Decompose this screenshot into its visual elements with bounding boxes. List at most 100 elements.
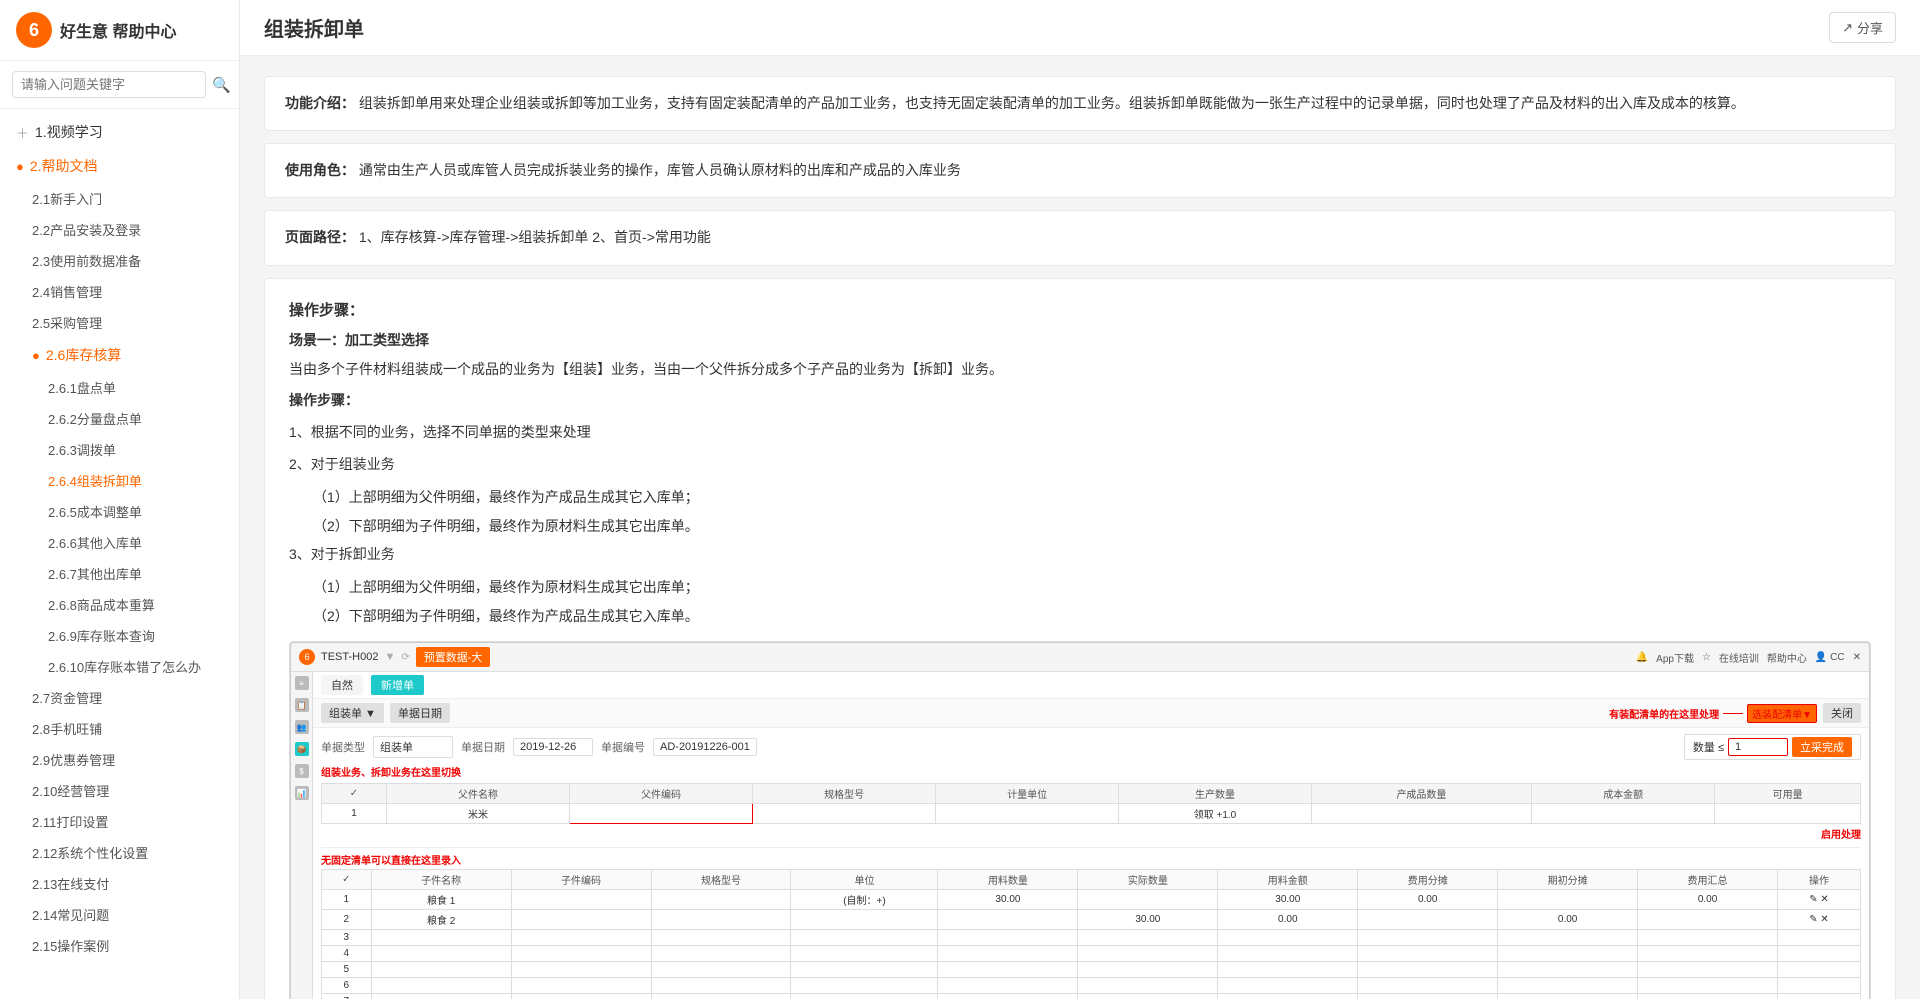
share-label: 分享 — [1857, 18, 1883, 37]
sidebar-item-2-6-2[interactable]: 2.6.2分量盘点单 — [0, 403, 239, 434]
mock-cell-cost — [1532, 804, 1715, 824]
sidebar-item-2-2[interactable]: 2.2产品安装及登录 — [0, 214, 239, 245]
screenshot: 6 TEST-H002 ▼ ⟳ 预置数据-大 🔔 App下载 ☆ 在线培训 帮助… — [289, 641, 1871, 999]
app-title: 好生意 帮助中心 — [60, 18, 176, 42]
mock-col-finish-qty: 产成品数量 — [1311, 784, 1531, 804]
mock-sub-row-4: 4 — [322, 946, 1861, 962]
scene1-title: 场景一：加工类型选择 — [289, 330, 1871, 350]
mock-help: 帮助中心 — [1767, 650, 1807, 665]
sidebar-item-2-8[interactable]: 2.8手机旺铺 — [0, 713, 239, 744]
sidebar-item-docs[interactable]: ● 2.帮助文档 — [0, 149, 239, 183]
mock-sub-col-actual-qty: 实际数量 — [1078, 870, 1218, 890]
sidebar-header: 6 好生意 帮助中心 — [0, 0, 239, 61]
mock-icon-6: 📊 — [295, 786, 309, 800]
mock-col-unit: 计量单位 — [936, 784, 1119, 804]
sidebar-item-2-6-10[interactable]: 2.6.10库存账本错了怎么办 — [0, 651, 239, 682]
mock-cell-avail — [1715, 804, 1861, 824]
sidebar-item-2-6-9[interactable]: 2.6.9库存账本查询 — [0, 620, 239, 651]
mock-bottom-table: ✓ 子件名称 子件编码 规格型号 单位 用料数量 实际数量 用料金额 — [321, 869, 1861, 999]
mock-docno-val: AD-20191226-001 — [653, 738, 757, 756]
mock-app: 6 TEST-H002 ▼ ⟳ 预置数据-大 🔔 App下载 ☆ 在线培训 帮助… — [290, 642, 1870, 999]
scene1-step2-1: （1）上部明细为父件明细，最终作为产成品生成其它入库单； — [313, 485, 1871, 510]
content-area: 功能介绍： 组装拆卸单用来处理企业组装或拆卸等加工业务，支持有固定装配清单的产品… — [240, 56, 1920, 999]
mock-annotation3-text: 启用处理 — [1821, 826, 1861, 841]
scene1-desc: 当由多个子件材料组装成一个成品的业务为【组装】业务，当由一个父件拆分成多个子产品… — [289, 358, 1871, 382]
mock-sub-row-6: 6 — [322, 978, 1861, 994]
mock-icon-2: 📋 — [295, 698, 309, 712]
mock-company-id: TEST-H002 — [321, 651, 378, 663]
logo: 6 — [16, 12, 52, 48]
sidebar-item-2-6-3[interactable]: 2.6.3调拨单 — [0, 434, 239, 465]
mock-icon-5: $ — [295, 764, 309, 778]
sidebar-item-2-6-4[interactable]: 2.6.4组装拆卸单 — [0, 465, 239, 496]
sidebar-item-2-6-6[interactable]: 2.6.6其他入库单 — [0, 527, 239, 558]
sidebar-item-2-15[interactable]: 2.15操作案例 — [0, 930, 239, 961]
sidebar-item-2-7[interactable]: 2.7资金管理 — [0, 682, 239, 713]
sidebar-item-2-10[interactable]: 2.10经营管理 — [0, 775, 239, 806]
sidebar-item-2-5[interactable]: 2.5采购管理 — [0, 307, 239, 338]
sidebar-item-2-13[interactable]: 2.13在线支付 — [0, 868, 239, 899]
mock-sub-col-use-qty: 用料数量 — [938, 870, 1078, 890]
mock-arrow1 — [1723, 713, 1743, 714]
mock-cell-red — [570, 804, 753, 824]
share-button[interactable]: ↗ 分享 — [1829, 12, 1896, 43]
mock-date-input: 单据日期 — [390, 703, 450, 723]
mock-sub-col-op: 操作 — [1778, 870, 1861, 890]
mock-close-icon: ✕ — [1853, 652, 1861, 663]
scene1-steps-title: 操作步骤： — [289, 389, 1871, 413]
mock-training: 在线培训 — [1719, 650, 1759, 665]
mock-qty-box: 数量 ≤ 1 立采完成 — [1684, 734, 1861, 760]
scene1-step3: 3、对于拆卸业务 — [289, 543, 1871, 567]
sidebar-item-2-1[interactable]: 2.1新手入门 — [0, 183, 239, 214]
sidebar: 6 好生意 帮助中心 🔍 ＋ 1.视频学习 ● 2.帮助文档 2.1新手入门 2… — [0, 0, 240, 999]
sidebar-item-label: 2.6库存核算 — [46, 345, 121, 365]
mock-qty-val: 1 — [1728, 738, 1788, 756]
mock-doc-type-val: 组装单 — [373, 736, 453, 758]
mock-sub-row-3: 3 — [322, 930, 1861, 946]
sidebar-item-2-4[interactable]: 2.4销售管理 — [0, 276, 239, 307]
mock-col-parent-name: 父件名称 — [386, 784, 569, 804]
mock-sub-row-5: 5 — [322, 962, 1861, 978]
mock-app-wrapper: ≡ 📋 👥 📦 $ 📊 自然 新增单 — [291, 672, 1869, 999]
mock-sub-row-7: 7 — [322, 994, 1861, 999]
search-button[interactable]: 🔍 — [212, 76, 231, 94]
path-text: 1、库存核算->库存管理->组装拆卸单 2、首页->常用功能 — [359, 229, 711, 245]
sidebar-item-2-14[interactable]: 2.14常见问题 — [0, 899, 239, 930]
mock-sub-col-unit: 单位 — [791, 870, 938, 890]
sidebar-item-2-9[interactable]: 2.9优惠券管理 — [0, 744, 239, 775]
mock-cell-spec — [753, 804, 936, 824]
mock-star-icon: ☆ — [1702, 652, 1711, 663]
sidebar-item-2-3[interactable]: 2.3使用前数据准备 — [0, 245, 239, 276]
mock-avatar: 👤 CC — [1815, 652, 1845, 663]
sidebar-item-2-6-1[interactable]: 2.6.1盘点单 — [0, 372, 239, 403]
mock-logo: 6 — [299, 649, 315, 665]
mock-docno-label: 单据编号 — [601, 739, 645, 755]
mock-right-icons: 🔔 App下载 ☆ 在线培训 帮助中心 👤 CC ✕ — [1636, 650, 1861, 665]
sidebar-item-videos[interactable]: ＋ 1.视频学习 — [0, 115, 239, 149]
sidebar-item-2-12[interactable]: 2.12系统个性化设置 — [0, 837, 239, 868]
path-label: 页面路径： — [285, 229, 355, 245]
mock-col-prod-qty: 生产数量 — [1119, 784, 1312, 804]
sidebar-item-2-6-8[interactable]: 2.6.8商品成本重算 — [0, 589, 239, 620]
mock-sub-col-name: 子件名称 — [371, 870, 511, 890]
mock-col-cost: 成本金额 — [1532, 784, 1715, 804]
share-icon: ↗ — [1842, 20, 1853, 36]
sidebar-item-2-6-7[interactable]: 2.6.7其他出库单 — [0, 558, 239, 589]
mock-sub-col-amount: 用料金额 — [1218, 870, 1358, 890]
role-block: 使用角色： 通常由生产人员或库管人员完成拆装业务的操作，库管人员确认原材料的出库… — [264, 143, 1896, 198]
scene1-step3-1: （1）上部明细为父件明细，最终作为原材料生成其它出库单； — [313, 575, 1871, 600]
minus-icon: ● — [32, 348, 40, 363]
sidebar-item-2-6-5[interactable]: 2.6.5成本调整单 — [0, 496, 239, 527]
search-box[interactable]: 🔍 — [0, 61, 239, 109]
intro-text: 组装拆卸单用来处理企业组装或拆卸等加工业务，支持有固定装配清单的产品加工业务，也… — [359, 95, 1745, 111]
mock-col-avail: 可用量 — [1715, 784, 1861, 804]
minus-icon: ● — [16, 159, 24, 174]
search-input[interactable] — [12, 71, 206, 98]
mock-top-row-1: 1 米米 领取 +1.0 — [322, 804, 1861, 824]
sidebar-item-2-11[interactable]: 2.11打印设置 — [0, 806, 239, 837]
mock-icon-3: 👥 — [295, 720, 309, 734]
mock-cell-prod: 领取 +1.0 — [1119, 804, 1312, 824]
mock-cell-unit — [936, 804, 1119, 824]
mock-annotation2-text: 组装业务、拆卸业务在这里切换 — [321, 768, 461, 779]
sidebar-item-2-6[interactable]: ● 2.6库存核算 — [0, 338, 239, 372]
